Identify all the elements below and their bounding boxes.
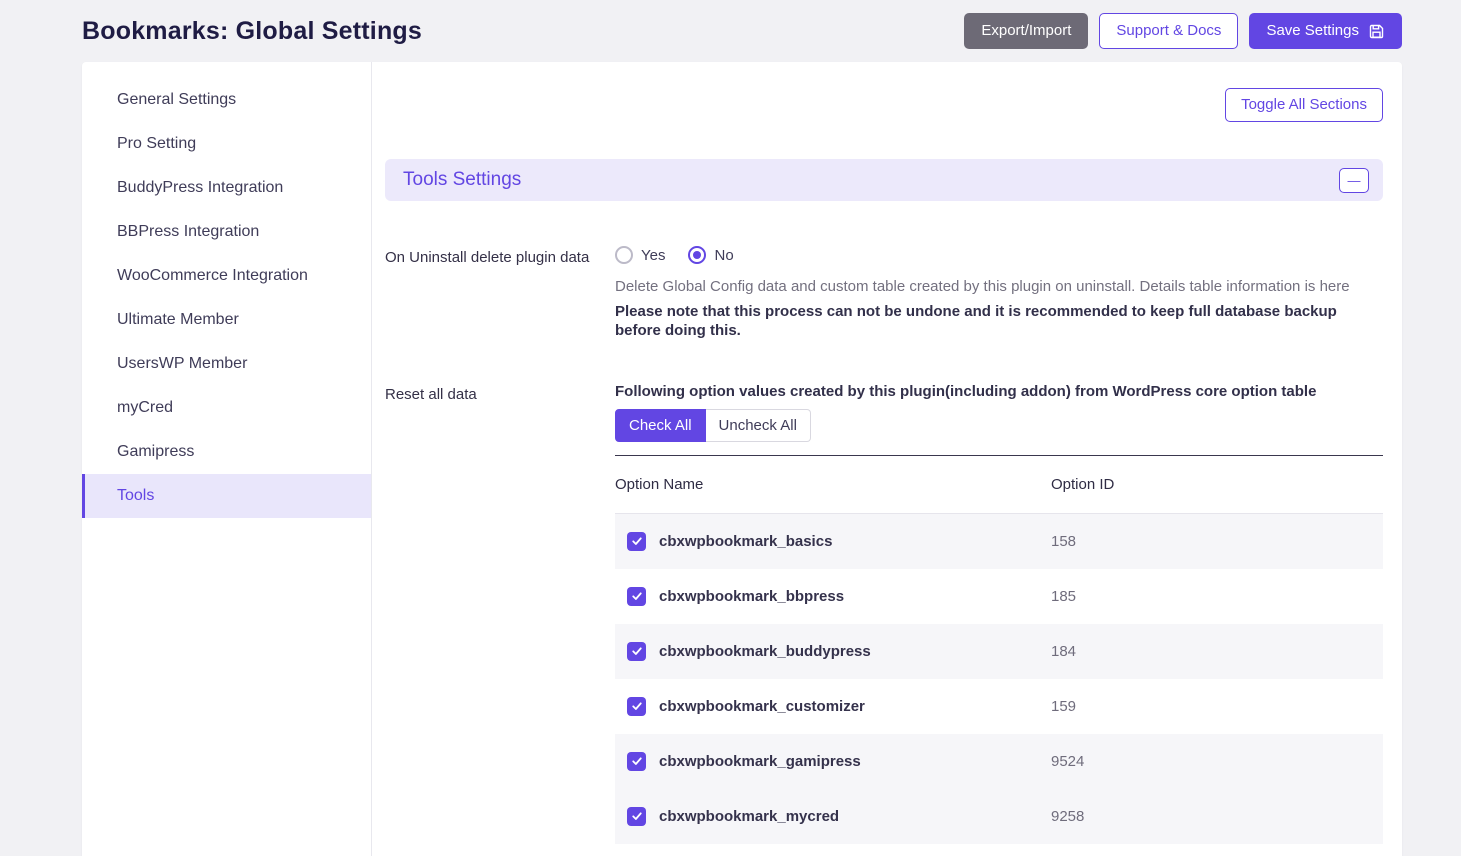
- column-option-id: Option ID: [1051, 475, 1115, 493]
- option-id: 159: [1051, 697, 1077, 715]
- sidebar-item-bbpress-integration[interactable]: BBPress Integration: [82, 210, 371, 254]
- option-id: 185: [1051, 587, 1077, 605]
- sidebar-item-buddypress-integration[interactable]: BuddyPress Integration: [82, 166, 371, 210]
- sidebar-item-pro-setting[interactable]: Pro Setting: [82, 122, 371, 166]
- option-id: 158: [1051, 532, 1077, 550]
- radio-yes-label: Yes: [641, 246, 666, 264]
- table-row: cbxwpbookmark_mycred 9258: [615, 788, 1383, 844]
- table-row: cbxwpbookmark_basics 158: [615, 513, 1383, 569]
- reset-data-field: Following option values created by this …: [615, 383, 1383, 844]
- tools-settings-section-header[interactable]: Tools Settings —: [385, 159, 1383, 201]
- check-all-button[interactable]: Check All: [615, 408, 706, 442]
- uninstall-setting-label: On Uninstall delete plugin data: [385, 249, 590, 266]
- option-name: cbxwpbookmark_buddypress: [659, 642, 871, 660]
- row-checkbox[interactable]: [627, 586, 646, 606]
- reset-heading: Following option values created by this …: [615, 382, 1317, 400]
- minus-icon: —: [1347, 172, 1361, 188]
- content-top: Toggle All Sections: [385, 88, 1383, 122]
- uninstall-setting-row: On Uninstall delete plugin data Yes No D…: [385, 246, 1383, 341]
- option-id: 9258: [1051, 807, 1085, 825]
- table-row: cbxwpbookmark_buddypress 184: [615, 623, 1383, 679]
- option-id: 184: [1051, 642, 1077, 660]
- page-title: Bookmarks: Global Settings: [82, 16, 422, 45]
- check-icon: [631, 647, 642, 656]
- toggle-all-sections-button[interactable]: Toggle All Sections: [1225, 88, 1383, 122]
- sidebar-item-gamipress[interactable]: Gamipress: [82, 430, 371, 474]
- settings-sidebar: General Settings Pro Setting BuddyPress …: [82, 62, 372, 856]
- table-row: cbxwpbookmark_customizer 159: [615, 679, 1383, 734]
- save-settings-button[interactable]: Save Settings: [1249, 13, 1402, 49]
- radio-no-circle[interactable]: [688, 246, 707, 264]
- row-name-cell: cbxwpbookmark_customizer: [615, 696, 1051, 716]
- option-name: cbxwpbookmark_bbpress: [659, 587, 845, 605]
- check-icon: [631, 702, 642, 711]
- options-table: Option Name Option ID cbxwpbookmark_basi…: [615, 454, 1383, 844]
- row-name-cell: cbxwpbookmark_bbpress: [615, 586, 1051, 606]
- radio-yes-circle[interactable]: [615, 246, 633, 264]
- row-checkbox[interactable]: [627, 751, 646, 771]
- uninstall-setting-field: Yes No Delete Global Config data and cus…: [615, 246, 1383, 341]
- save-settings-label: Save Settings: [1266, 22, 1359, 39]
- export-import-button[interactable]: Export/Import: [964, 13, 1089, 49]
- check-icon: [631, 537, 642, 546]
- topbar-actions: Export/Import Support & Docs Save Settin…: [964, 13, 1402, 49]
- radio-yes[interactable]: Yes: [615, 246, 665, 264]
- option-name: cbxwpbookmark_mycred: [659, 807, 840, 825]
- topbar: Bookmarks: Global Settings Export/Import…: [0, 0, 1461, 62]
- settings-content: Toggle All Sections Tools Settings — On …: [372, 62, 1402, 856]
- reset-data-label: Reset all data: [385, 385, 477, 403]
- uninstall-description: Delete Global Config data and custom tab…: [615, 278, 1350, 295]
- uninstall-radio-group: Yes No: [615, 246, 1383, 264]
- check-icon: [631, 592, 642, 601]
- save-icon: [1369, 24, 1384, 38]
- row-name-cell: cbxwpbookmark_mycred: [615, 806, 1051, 826]
- row-checkbox[interactable]: [627, 641, 646, 661]
- radio-no-label: No: [714, 246, 734, 264]
- sidebar-item-tools[interactable]: Tools: [82, 474, 371, 518]
- uninstall-warning: Please note that this process can not be…: [615, 302, 1337, 340]
- radio-no[interactable]: No: [688, 246, 734, 264]
- option-name: cbxwpbookmark_customizer: [659, 697, 865, 715]
- column-option-name: Option Name: [615, 475, 704, 493]
- row-checkbox[interactable]: [627, 806, 646, 826]
- option-id: 9524: [1051, 752, 1085, 770]
- table-row: cbxwpbookmark_gamipress 9524: [615, 733, 1383, 789]
- sidebar-item-woocommerce-integration[interactable]: WooCommerce Integration: [82, 254, 371, 298]
- sidebar-item-ultimate-member[interactable]: Ultimate Member: [82, 298, 371, 342]
- row-name-cell: cbxwpbookmark_basics: [615, 531, 1051, 551]
- sidebar-item-userswp-member[interactable]: UsersWP Member: [82, 342, 371, 386]
- options-table-header: Option Name Option ID: [615, 456, 1383, 514]
- check-buttons-group: Check All Uncheck All: [615, 408, 811, 442]
- section-title: Tools Settings: [403, 169, 522, 190]
- reset-data-row: Reset all data Following option values c…: [385, 383, 1383, 844]
- collapse-section-button[interactable]: —: [1339, 167, 1369, 193]
- row-checkbox[interactable]: [627, 696, 646, 716]
- check-icon: [631, 757, 642, 766]
- settings-card: General Settings Pro Setting BuddyPress …: [82, 62, 1402, 856]
- table-row: cbxwpbookmark_bbpress 185: [615, 569, 1383, 624]
- row-name-cell: cbxwpbookmark_gamipress: [615, 751, 1051, 771]
- option-name: cbxwpbookmark_basics: [659, 532, 833, 550]
- check-icon: [631, 812, 642, 821]
- sidebar-item-general-settings[interactable]: General Settings: [82, 78, 371, 122]
- uncheck-all-button[interactable]: Uncheck All: [705, 408, 811, 442]
- support-docs-button[interactable]: Support & Docs: [1099, 13, 1239, 49]
- row-checkbox[interactable]: [627, 531, 646, 551]
- row-name-cell: cbxwpbookmark_buddypress: [615, 641, 1051, 661]
- sidebar-item-mycred[interactable]: myCred: [82, 386, 371, 430]
- option-name: cbxwpbookmark_gamipress: [659, 752, 861, 770]
